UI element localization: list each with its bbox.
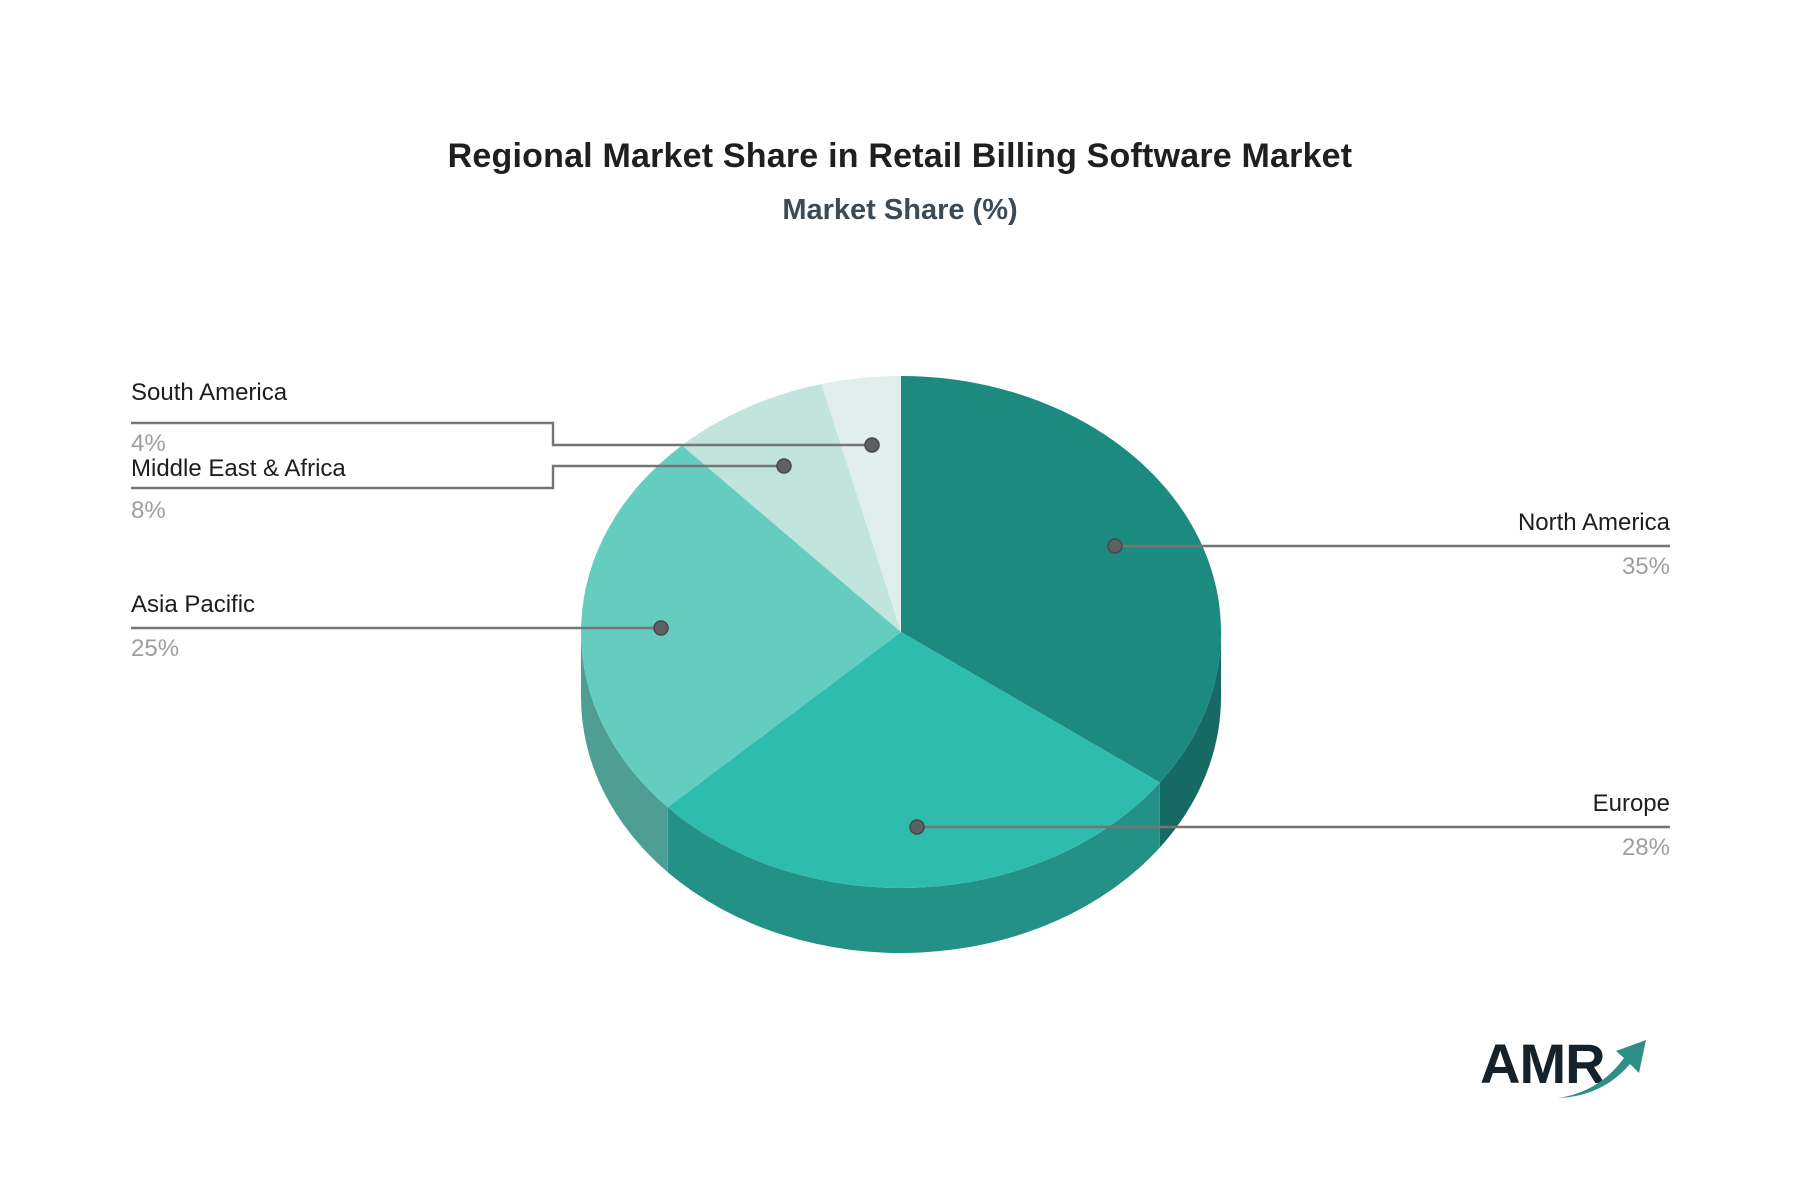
- callout-dot-europe: [909, 819, 925, 835]
- callout-value-south-america: 4%: [131, 430, 166, 457]
- callout-value-north-america: 35%: [1621, 553, 1670, 580]
- callout-value-middle-east-africa: 8%: [131, 497, 166, 524]
- callout-value-asia-pacific: 25%: [131, 635, 180, 662]
- callout-label-south-america: South America: [131, 379, 288, 406]
- callout-label-north-america: North America: [1517, 509, 1670, 536]
- logo-arrow-icon: [1558, 1040, 1646, 1098]
- pie-chart: [131, 376, 1670, 953]
- chart-canvas: Regional Market Share in Retail Billing …: [0, 0, 1800, 1196]
- callout-dot-middle-east-africa: [776, 458, 792, 474]
- brand-logo: AMR: [1480, 1036, 1660, 1106]
- callout-label-europe: Europe: [1592, 790, 1670, 817]
- callout-dot-south-america: [864, 437, 880, 453]
- callout-dot-north-america: [1107, 538, 1123, 554]
- callout-dot-asia-pacific: [653, 620, 669, 636]
- callout-label-asia-pacific: Asia Pacific: [131, 591, 256, 618]
- callout-value-europe: 28%: [1621, 834, 1670, 861]
- callout-label-middle-east-africa: Middle East & Africa: [131, 455, 346, 482]
